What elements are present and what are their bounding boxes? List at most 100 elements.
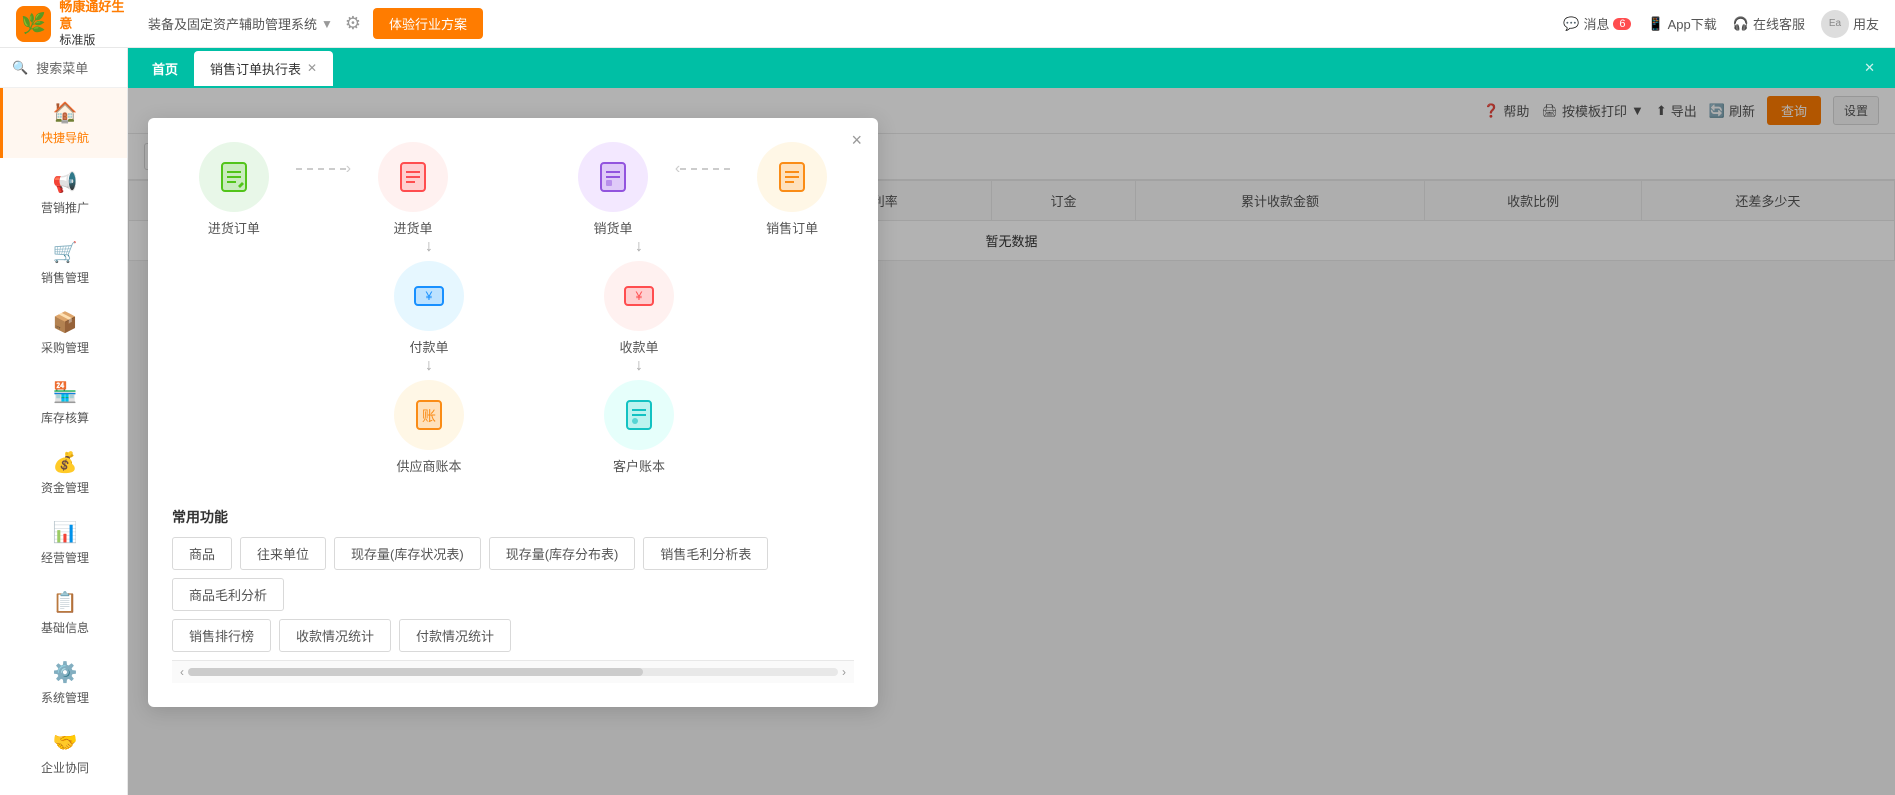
customer-ledger-circle[interactable] <box>604 380 674 450</box>
header-left: 🌿 畅康通好生意 标准版 装备及固定资产辅助管理系统 ▼ ⚙ 体验行业方案 <box>16 0 483 48</box>
func-btn-partner[interactable]: 往来单位 <box>240 537 326 570</box>
supplier-ledger-label: 供应商账本 <box>396 456 461 475</box>
sidebar-item-marketing[interactable]: 📢 营销推广 <box>0 158 127 228</box>
arrow-h-1: › <box>296 160 351 178</box>
avatar: Ea <box>1821 10 1849 38</box>
modal-close-button[interactable]: × <box>851 130 862 151</box>
tab-sales-label: 销售订单执行表 <box>210 59 301 78</box>
inventory-icon: 🏪 <box>53 380 78 405</box>
trial-button[interactable]: 体验行业方案 <box>373 8 483 39</box>
basic-info-icon: 📋 <box>53 590 78 615</box>
sidebar-search-label: 搜索菜单 <box>36 58 88 77</box>
sidebar-quick-nav-label: 快捷导航 <box>41 129 89 146</box>
top-header: 🌿 畅康通好生意 标准版 装备及固定资产辅助管理系统 ▼ ⚙ 体验行业方案 💬 … <box>0 0 1895 48</box>
scroll-right-icon[interactable]: › <box>842 665 846 679</box>
message-icon: 💬 <box>1563 16 1579 32</box>
sidebar-item-system[interactable]: ⚙️ 系统管理 <box>0 648 127 718</box>
sidebar-item-collab[interactable]: 🤝 企业协同 <box>0 718 127 788</box>
logo-icon: 🌿 <box>16 6 51 42</box>
flow-section: 进货订单 › <box>172 142 854 495</box>
sidebar-item-inventory[interactable]: 🏪 库存核算 <box>0 368 127 438</box>
scroll-left-icon[interactable]: ‹ <box>180 665 184 679</box>
message-badge: 6 <box>1613 18 1631 30</box>
sidebar-item-finance[interactable]: 💰 资金管理 <box>0 438 127 508</box>
sidebar-item-operations[interactable]: 📊 经营管理 <box>0 508 127 578</box>
sidebar-item-purchase[interactable]: 📦 采购管理 <box>0 298 127 368</box>
sidebar-system-label: 系统管理 <box>41 689 89 706</box>
sales-order-label: 销售订单 <box>766 218 818 237</box>
finance-icon: 💰 <box>53 450 78 475</box>
modal-overlay: × 进货订单 <box>128 88 1895 795</box>
sidebar-item-basic-info[interactable]: 📋 基础信息 <box>0 578 127 648</box>
func-btn-stock-dist[interactable]: 现存量(库存分布表) <box>489 537 636 570</box>
collab-icon: 🤝 <box>53 730 78 755</box>
marketing-icon: 📢 <box>53 170 78 195</box>
sidebar-item-quick-nav[interactable]: 🏠 快捷导航 <box>0 88 127 158</box>
func-btn-product-profit[interactable]: 商品毛利分析 <box>172 578 284 611</box>
sales-order-circle[interactable] <box>757 142 827 212</box>
svg-text:¥: ¥ <box>635 289 643 303</box>
logo-text: 畅康通好生意 标准版 <box>59 0 136 48</box>
flow-row-arrows: ↓ ↓ <box>172 237 854 261</box>
flow-item-sales-order: 销售订单 <box>730 142 854 237</box>
logo-area: 🌿 畅康通好生意 标准版 <box>16 0 136 48</box>
sidebar-item-sales[interactable]: 🛒 销售管理 <box>0 228 127 298</box>
message-action[interactable]: 💬 消息 6 <box>1563 14 1631 33</box>
app-container: 🌿 畅康通好生意 标准版 装备及固定资产辅助管理系统 ▼ ⚙ 体验行业方案 💬 … <box>0 0 1895 795</box>
search-icon: 🔍 <box>12 60 28 76</box>
sales-icon: 🛒 <box>53 240 78 265</box>
common-functions-title: 常用功能 <box>172 507 854 527</box>
purchase-order-circle[interactable] <box>199 142 269 212</box>
content-area: 首页 销售订单执行表 ✕ ✕ ❓ 帮助 🖨 <box>128 48 1895 795</box>
tab-sales-order-exec[interactable]: 销售订单执行表 ✕ <box>194 51 333 86</box>
flow-item-purchase-order: 进货订单 <box>172 142 296 237</box>
common-functions: 常用功能 商品 往来单位 现存量(库存状况表) 现存量(库存分布表) 销售毛利分… <box>172 507 854 652</box>
system-icon: ⚙️ <box>53 660 78 685</box>
system-select[interactable]: 装备及固定资产辅助管理系统 ▼ <box>148 14 333 33</box>
func-btn-receipt-stats[interactable]: 收款情况统计 <box>279 619 391 652</box>
flow-row-arrows2: ↓ ↓ <box>172 356 854 380</box>
online-service-action[interactable]: 🎧 在线客服 <box>1733 14 1805 33</box>
scroll-track[interactable] <box>188 668 838 676</box>
func-btn-product[interactable]: 商品 <box>172 537 232 570</box>
sidebar-collab-label: 企业协同 <box>41 759 89 776</box>
supplier-ledger-circle[interactable]: 账 <box>394 380 464 450</box>
func-btn-sales-rank[interactable]: 销售排行榜 <box>172 619 271 652</box>
flow-item-receipt: ¥ 收款单 <box>574 261 704 356</box>
flow-item-customer-ledger: 客户账本 <box>574 380 704 475</box>
purchase-bill-circle[interactable] <box>378 142 448 212</box>
customer-ledger-label: 客户账本 <box>613 456 665 475</box>
svg-text:账: 账 <box>422 408 436 424</box>
system-title: 装备及固定资产辅助管理系统 <box>148 14 317 33</box>
arrow-h-2: ‹ <box>675 160 730 178</box>
tab-home[interactable]: 首页 <box>136 51 194 86</box>
func-btn-gross-profit[interactable]: 销售毛利分析表 <box>643 537 768 570</box>
sidebar-basic-info-label: 基础信息 <box>41 619 89 636</box>
app-download-label: App下载 <box>1668 14 1717 33</box>
service-icon: 🎧 <box>1733 16 1749 32</box>
sidebar-marketing-label: 营销推广 <box>41 199 89 216</box>
message-label: 消息 <box>1583 14 1609 33</box>
payment-circle[interactable]: ¥ <box>394 261 464 331</box>
sidebar-finance-label: 资金管理 <box>41 479 89 496</box>
arrow-down-purchase: ↓ <box>364 237 494 257</box>
close-all-icon[interactable]: ✕ <box>1852 60 1887 76</box>
sidebar-operations-label: 经营管理 <box>41 549 89 566</box>
arrow-down-receipt: ↓ <box>574 356 704 376</box>
receipt-circle[interactable]: ¥ <box>604 261 674 331</box>
purchase-order-label: 进货订单 <box>208 218 260 237</box>
sidebar-sales-label: 销售管理 <box>41 269 89 286</box>
func-btn-stock-status[interactable]: 现存量(库存状况表) <box>334 537 481 570</box>
flow-row-1: 进货订单 › <box>172 142 854 237</box>
settings-icon[interactable]: ⚙ <box>345 13 361 34</box>
sales-bill-circle[interactable] <box>578 142 648 212</box>
func-btn-payment-stats[interactable]: 付款情况统计 <box>399 619 511 652</box>
sidebar-item-newbie[interactable]: 🎓 新手引导 <box>0 788 127 795</box>
svg-text:¥: ¥ <box>425 289 433 303</box>
app-download-action[interactable]: 📱 App下载 <box>1647 14 1716 33</box>
flow-item-supplier-ledger: 账 供应商账本 <box>364 380 494 475</box>
sidebar-search[interactable]: 🔍 搜索菜单 <box>0 48 127 88</box>
sidebar: 🔍 搜索菜单 🏠 快捷导航 📢 营销推广 🛒 销售管理 📦 采购管理 🏪 <box>0 48 128 795</box>
user-action[interactable]: Ea 用友 <box>1821 10 1879 38</box>
tab-close-icon[interactable]: ✕ <box>307 61 317 75</box>
